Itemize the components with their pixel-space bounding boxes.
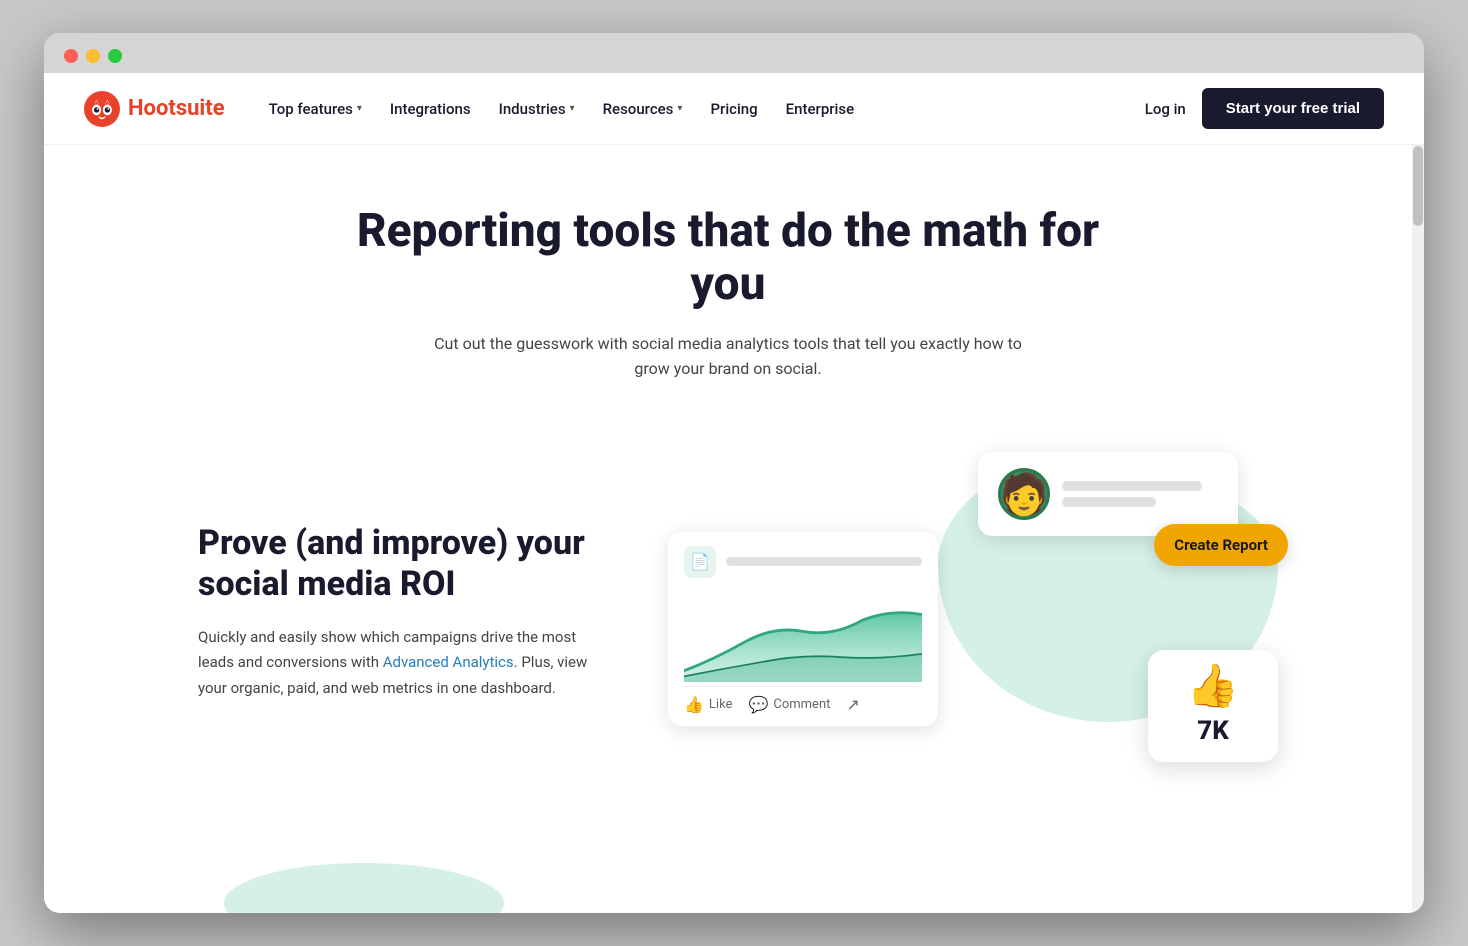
login-link[interactable]: Log in bbox=[1145, 100, 1186, 118]
feature-description: Quickly and easily show which campaigns … bbox=[198, 625, 598, 702]
nav-links: Top features ▾ Integrations Industries ▾… bbox=[257, 92, 1145, 126]
nav-right: Log in Start your free trial bbox=[1145, 88, 1384, 129]
chevron-down-icon: ▾ bbox=[570, 103, 575, 114]
scrollbar[interactable] bbox=[1412, 145, 1424, 913]
chevron-down-icon: ▾ bbox=[357, 103, 362, 114]
avatar: 🧑 bbox=[998, 468, 1050, 520]
profile-header: 🧑 bbox=[998, 468, 1218, 520]
feature-section: Prove (and improve) your social media RO… bbox=[78, 422, 1378, 802]
analytics-card: 📄 bbox=[668, 532, 938, 726]
nav-pricing[interactable]: Pricing bbox=[698, 92, 769, 126]
minimize-button[interactable] bbox=[86, 49, 100, 63]
profile-line-2 bbox=[1062, 497, 1156, 507]
scroll-thumb[interactable] bbox=[1413, 146, 1423, 226]
advanced-analytics-link[interactable]: Advanced Analytics bbox=[383, 653, 514, 671]
chart-svg bbox=[684, 592, 922, 682]
like-count-card: 👍 7K bbox=[1148, 650, 1278, 762]
hero-section: Reporting tools that do the math for you… bbox=[278, 145, 1178, 422]
chart-area bbox=[684, 592, 922, 682]
logo-text: Hootsuite bbox=[128, 96, 225, 121]
browser-content: Hootsuite Top features ▾ Integrations In… bbox=[44, 73, 1424, 913]
like-count-value: 7K bbox=[1197, 716, 1229, 746]
nav-resources[interactable]: Resources ▾ bbox=[591, 92, 695, 126]
nav-top-features[interactable]: Top features ▾ bbox=[257, 92, 374, 126]
nav-integrations[interactable]: Integrations bbox=[378, 92, 483, 126]
create-report-button[interactable]: Create Report bbox=[1154, 524, 1288, 566]
like-action[interactable]: 👍 Like bbox=[684, 695, 732, 714]
bottom-blob bbox=[224, 863, 504, 913]
profile-lines bbox=[1062, 481, 1218, 507]
navbar: Hootsuite Top features ▾ Integrations In… bbox=[44, 73, 1424, 145]
share-icon: ↗ bbox=[846, 695, 859, 714]
nav-enterprise[interactable]: Enterprise bbox=[774, 92, 866, 126]
comment-label: Comment bbox=[773, 697, 830, 712]
analytics-line bbox=[726, 557, 922, 566]
thumbs-up-icon: 👍 bbox=[1187, 666, 1239, 708]
feature-text: Prove (and improve) your social media RO… bbox=[198, 523, 598, 701]
browser-chrome bbox=[44, 33, 1424, 73]
comment-action[interactable]: 💬 Comment bbox=[748, 695, 830, 714]
like-icon: 👍 bbox=[684, 695, 704, 714]
close-button[interactable] bbox=[64, 49, 78, 63]
hootsuite-owl-icon bbox=[84, 91, 120, 127]
illustration-area: 🧑 Create Report 📄 bbox=[658, 442, 1298, 782]
share-action[interactable]: ↗ bbox=[846, 695, 859, 714]
browser-window: Hootsuite Top features ▾ Integrations In… bbox=[44, 33, 1424, 913]
logo-link[interactable]: Hootsuite bbox=[84, 91, 225, 127]
hero-subtitle: Cut out the guesswork with social media … bbox=[428, 331, 1028, 382]
profile-line-1 bbox=[1062, 481, 1202, 491]
maximize-button[interactable] bbox=[108, 49, 122, 63]
nav-industries[interactable]: Industries ▾ bbox=[487, 92, 587, 126]
main-content: Reporting tools that do the math for you… bbox=[44, 145, 1424, 913]
start-trial-button[interactable]: Start your free trial bbox=[1202, 88, 1384, 129]
analytics-header: 📄 bbox=[684, 546, 922, 578]
comment-icon: 💬 bbox=[748, 695, 768, 714]
document-icon: 📄 bbox=[684, 546, 716, 578]
chevron-down-icon: ▾ bbox=[677, 103, 682, 114]
feature-title: Prove (and improve) your social media RO… bbox=[198, 523, 598, 605]
hero-title: Reporting tools that do the math for you bbox=[318, 205, 1138, 311]
like-label: Like bbox=[709, 697, 733, 712]
